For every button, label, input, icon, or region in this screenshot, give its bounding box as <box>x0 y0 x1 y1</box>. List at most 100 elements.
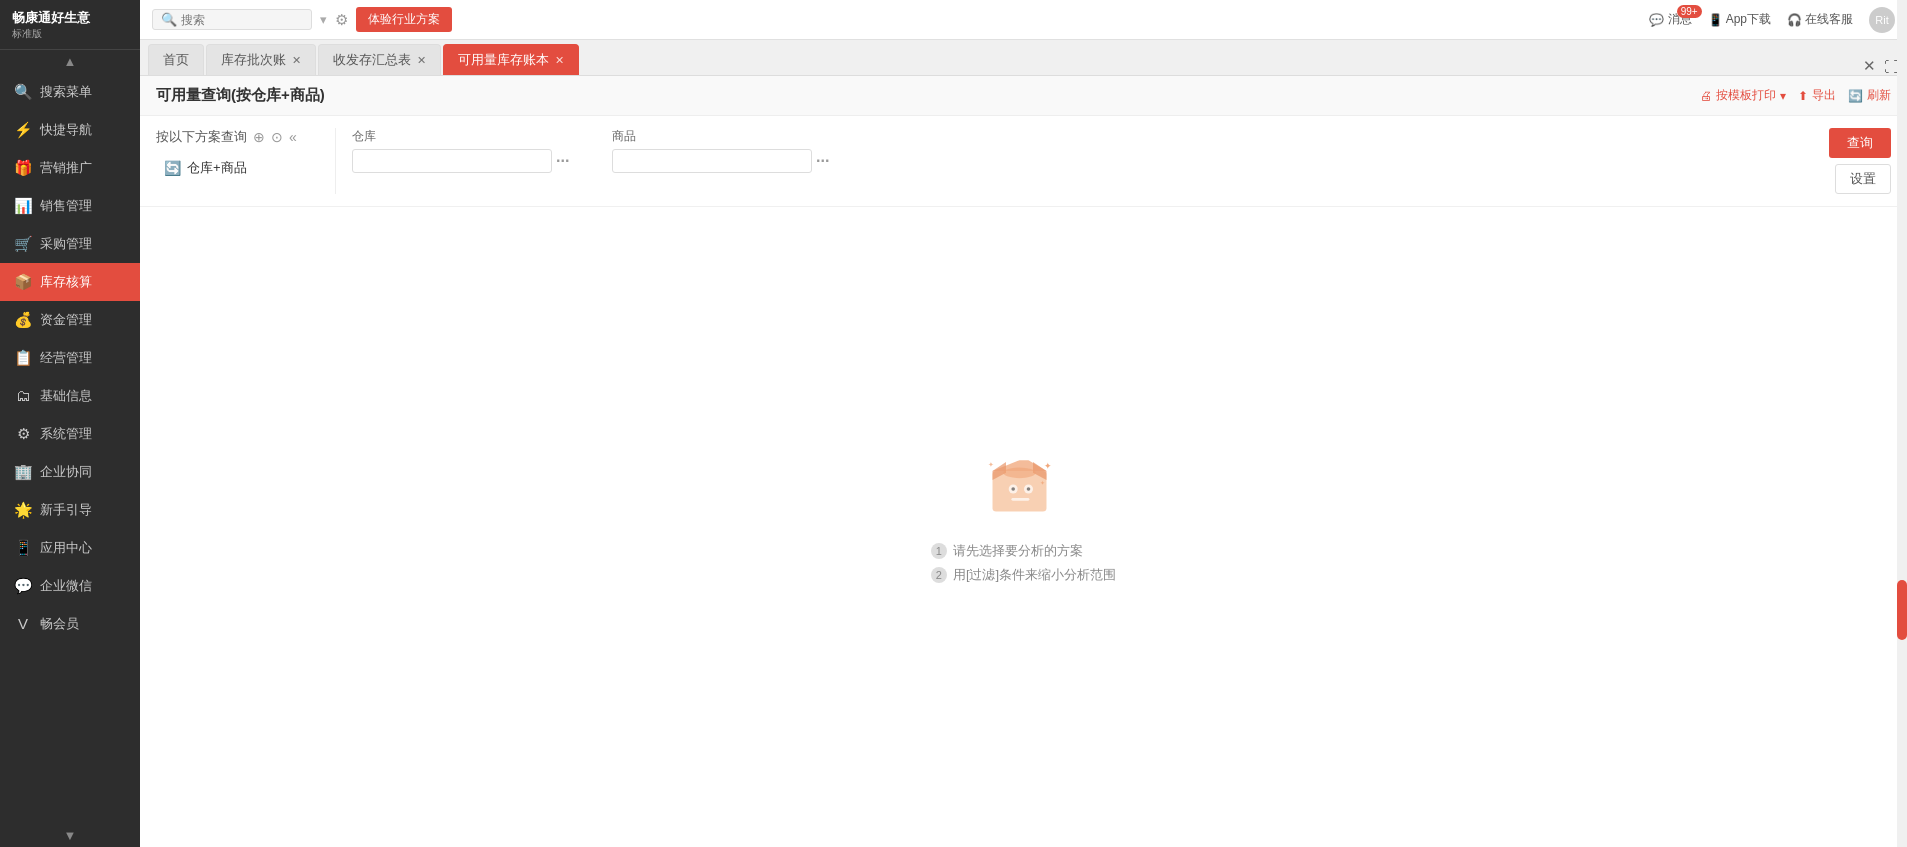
avatar: Rit <box>1869 7 1895 33</box>
page-header-actions: 🖨 按模板打印 ▾ ⬆ 导出 🔄 刷新 <box>1700 87 1891 104</box>
goods-input-row: ··· <box>612 149 852 173</box>
warehouse-more-icon[interactable]: ··· <box>556 152 569 170</box>
tab-available-qty[interactable]: 可用量库存账本 ✕ <box>443 44 579 75</box>
money-icon: 💰 <box>14 311 32 329</box>
filter-right: 仓库 ··· 商品 ··· 查询 设置 <box>352 128 1891 194</box>
printer-icon: 🖨 <box>1700 89 1712 103</box>
svg-point-4 <box>1003 467 1035 478</box>
sidebar-item-label: 搜索菜单 <box>40 83 92 101</box>
mobile-icon: 📱 <box>14 539 32 557</box>
tabbar: 首页 库存批次账 ✕ 收发存汇总表 ✕ 可用量库存账本 ✕ ✕ ⛶ <box>140 40 1907 76</box>
empty-icon: ✦ ✦ ✦ <box>974 430 1074 530</box>
template-print-label: 按模板打印 <box>1716 87 1776 104</box>
refresh-button[interactable]: 🔄 刷新 <box>1848 87 1891 104</box>
main-area: 🔍 ▾ ⚙ 体验行业方案 💬 消息 99+ 📱 App下载 🎧 在线客服 Rit <box>140 0 1907 847</box>
logo-text: 畅康通好生意 <box>12 10 128 27</box>
message-badge: 99+ <box>1677 5 1702 18</box>
search-icon: 🔍 <box>161 12 177 27</box>
topbar: 🔍 ▾ ⚙ 体验行业方案 💬 消息 99+ 📱 App下载 🎧 在线客服 Rit <box>140 0 1907 40</box>
tab-collect-summary[interactable]: 收发存汇总表 ✕ <box>318 44 441 75</box>
sidebar-item-sales[interactable]: 📊 销售管理 <box>0 187 140 225</box>
mobile-icon: 📱 <box>1708 13 1723 27</box>
tab-close-icon[interactable]: ✕ <box>417 54 426 67</box>
add-scheme-icon[interactable]: ⊕ <box>253 129 265 145</box>
clipboard-icon: 📋 <box>14 349 32 367</box>
tab-close-icon[interactable]: ✕ <box>555 54 564 67</box>
message-icon: 💬 <box>1649 13 1664 27</box>
scrollbar-thumb[interactable] <box>1897 580 1907 640</box>
svg-text:✦: ✦ <box>988 460 994 469</box>
tab-available-label: 可用量库存账本 <box>458 51 549 69</box>
online-service-button[interactable]: 🎧 在线客服 <box>1787 11 1853 28</box>
scroll-up-arrow[interactable]: ▲ <box>0 50 140 73</box>
tab-batch-account[interactable]: 库存批次账 ✕ <box>206 44 316 75</box>
search-input[interactable] <box>181 13 301 27</box>
sidebar-item-finance[interactable]: 💰 资金管理 <box>0 301 140 339</box>
filter-actions: 查询 设置 <box>1827 128 1891 194</box>
svg-text:✦: ✦ <box>1043 461 1051 471</box>
scheme-settings-icon[interactable]: ⊙ <box>271 129 283 145</box>
user-info-button[interactable]: Rit <box>1869 7 1895 33</box>
building-icon: 🏢 <box>14 463 32 481</box>
chat-icon: 💬 <box>14 577 32 595</box>
message-button[interactable]: 💬 消息 99+ <box>1649 11 1692 28</box>
page-header: 可用量查询(按仓库+商品) 🖨 按模板打印 ▾ ⬆ 导出 🔄 刷新 <box>140 76 1907 116</box>
query-button[interactable]: 查询 <box>1829 128 1891 158</box>
export-label: 导出 <box>1812 87 1836 104</box>
sidebar-item-label: 系统管理 <box>40 425 92 443</box>
filter-field-goods: 商品 ··· <box>612 128 852 173</box>
scheme-item-warehouse-goods[interactable]: 🔄 仓库+商品 <box>156 154 323 182</box>
chevron-down-icon: ▾ <box>1780 89 1786 103</box>
tab-collect-label: 收发存汇总表 <box>333 51 411 69</box>
topbar-search-box[interactable]: 🔍 <box>152 9 312 30</box>
tab-batch-label: 库存批次账 <box>221 51 286 69</box>
chevron-down-icon: ▾ <box>320 12 327 27</box>
settings-gear-icon[interactable]: ⚙ <box>335 11 348 29</box>
search-icon: 🔍 <box>14 83 32 101</box>
inventory-icon: 📦 <box>14 273 32 291</box>
page-title: 可用量查询(按仓库+商品) <box>156 86 325 105</box>
sidebar-item-enterprise[interactable]: 🏢 企业协同 <box>0 453 140 491</box>
sidebar-item-newguide[interactable]: 🌟 新手引导 <box>0 491 140 529</box>
sidebar-item-label: 经营管理 <box>40 349 92 367</box>
sidebar-item-label: 快捷导航 <box>40 121 92 139</box>
tab-close-icon[interactable]: ✕ <box>292 54 301 67</box>
sidebar-item-shortcut[interactable]: ⚡ 快捷导航 <box>0 111 140 149</box>
sidebar-item-purchase[interactable]: 🛒 采购管理 <box>0 225 140 263</box>
export-button[interactable]: ⬆ 导出 <box>1798 87 1836 104</box>
sidebar-item-search[interactable]: 🔍 搜索菜单 <box>0 73 140 111</box>
sidebar-item-label: 畅会员 <box>40 615 79 633</box>
refresh-icon: 🔄 <box>1848 89 1863 103</box>
tab-home[interactable]: 首页 <box>148 44 204 75</box>
sidebar-item-operation[interactable]: 📋 经营管理 <box>0 339 140 377</box>
star-icon: 🌟 <box>14 501 32 519</box>
warehouse-input[interactable] <box>352 149 552 173</box>
filter-area: 按以下方案查询 ⊕ ⊙ « 🔄 仓库+商品 仓库 ··· <box>140 116 1907 207</box>
industry-solution-button[interactable]: 体验行业方案 <box>356 7 452 32</box>
sidebar-item-member[interactable]: V 畅会员 <box>0 605 140 643</box>
template-print-button[interactable]: 🖨 按模板打印 ▾ <box>1700 87 1786 104</box>
sidebar-item-basic[interactable]: 🗂 基础信息 <box>0 377 140 415</box>
sidebar-item-label: 应用中心 <box>40 539 92 557</box>
settings-button[interactable]: 设置 <box>1835 164 1891 194</box>
tip-num-1: 1 <box>931 543 947 559</box>
collapse-icon[interactable]: « <box>289 129 297 145</box>
scheme-rotate-icon: 🔄 <box>164 160 181 176</box>
scroll-down-arrow[interactable]: ▼ <box>0 824 140 847</box>
goods-input[interactable] <box>612 149 812 173</box>
goods-more-icon[interactable]: ··· <box>816 152 829 170</box>
sidebar-item-inventory[interactable]: 📦 库存核算 <box>0 263 140 301</box>
app-download-button[interactable]: 📱 App下载 <box>1708 11 1771 28</box>
sidebar-item-corpwx[interactable]: 💬 企业微信 <box>0 567 140 605</box>
sidebar-item-system[interactable]: ⚙ 系统管理 <box>0 415 140 453</box>
tab-home-label: 首页 <box>163 51 189 69</box>
sidebar-item-marketing[interactable]: 🎁 营销推广 <box>0 149 140 187</box>
scheme-item-label: 仓库+商品 <box>187 159 247 177</box>
tip-row-2: 2 用[过滤]条件来缩小分析范围 <box>931 566 1116 584</box>
gift-icon: 🎁 <box>14 159 32 177</box>
close-window-icon[interactable]: ✕ <box>1863 57 1876 75</box>
sidebar-item-appcenter[interactable]: 📱 应用中心 <box>0 529 140 567</box>
sidebar-item-label: 基础信息 <box>40 387 92 405</box>
chart-icon: 📊 <box>14 197 32 215</box>
right-scrollbar[interactable] <box>1897 0 1907 847</box>
